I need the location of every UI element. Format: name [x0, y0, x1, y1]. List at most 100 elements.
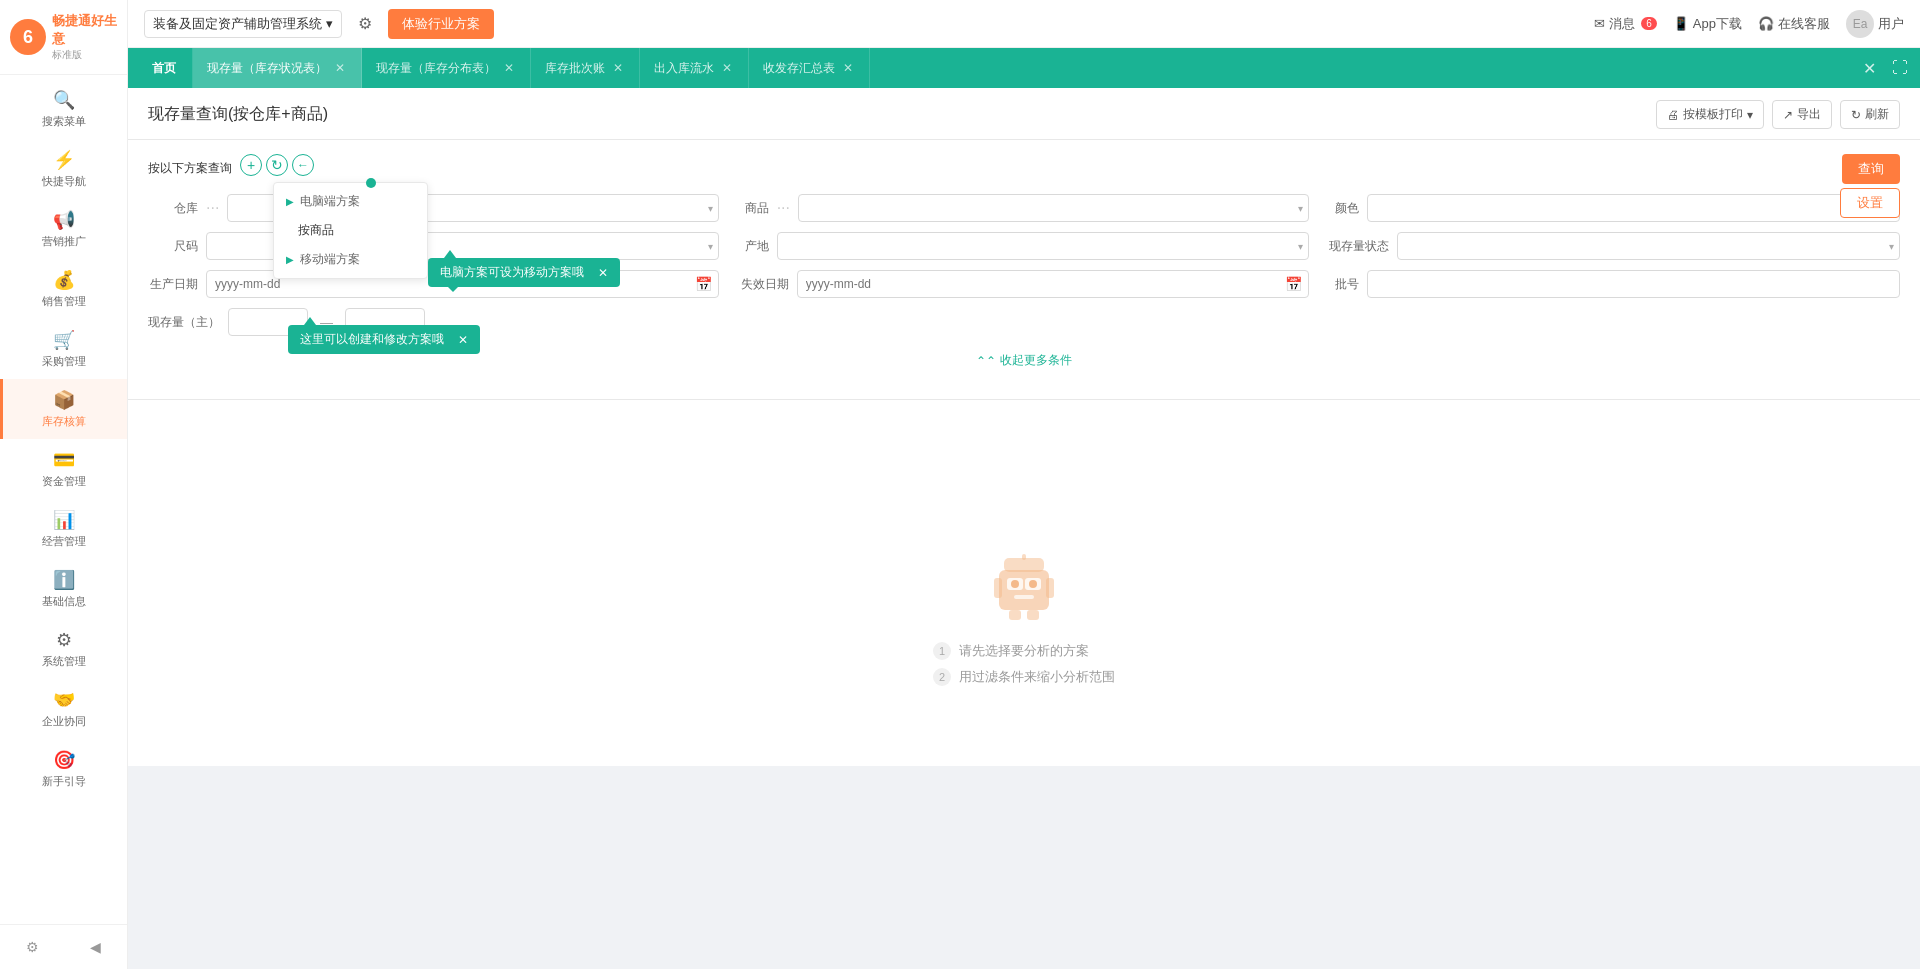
refresh-icon: ↻: [1851, 108, 1861, 122]
sidebar-item-search[interactable]: 🔍 搜索菜单: [0, 79, 127, 139]
page-title-row: 现存量查询(按仓库+商品) 🖨 按模板打印 ▾ ↗ 导出 ↻: [148, 100, 1900, 139]
empty-hints: 1 请先选择要分析的方案 2 用过滤条件来缩小分析范围: [933, 642, 1115, 686]
stock-status-select[interactable]: [1397, 232, 1900, 260]
sidebar-item-basic-info[interactable]: ℹ️ 基础信息: [0, 559, 127, 619]
box-icon: 📦: [53, 389, 75, 411]
main-area: 装备及固定资产辅助管理系统 ▾ ⚙ 体验行业方案 ✉ 消息 6 📱 App下载 …: [128, 0, 1920, 969]
tab-batch-account[interactable]: 库存批次账 ✕: [531, 48, 640, 88]
tooltip1-close-btn[interactable]: ✕: [598, 266, 608, 280]
tab-flow[interactable]: 出入库流水 ✕: [640, 48, 749, 88]
tab-close-2[interactable]: ✕: [502, 59, 516, 77]
batch-input[interactable]: [1367, 270, 1900, 298]
message-btn[interactable]: ✉ 消息 6: [1594, 15, 1657, 33]
sidebar-item-guide[interactable]: 🎯 新手引导: [0, 739, 127, 799]
goods-select[interactable]: [798, 194, 1309, 222]
goods-dots: ···: [777, 199, 790, 217]
sidebar-item-system[interactable]: ⚙ 系统管理: [0, 619, 127, 679]
origin-select[interactable]: [777, 232, 1310, 260]
tab-close-all-btn[interactable]: ✕: [1859, 55, 1880, 82]
sidebar-item-purchase[interactable]: 🛒 采购管理: [0, 319, 127, 379]
sidebar-settings-btn[interactable]: ⚙: [18, 935, 47, 959]
tab-summary[interactable]: 收发存汇总表 ✕: [749, 48, 870, 88]
scheme-tree-mobile[interactable]: ▶ 移动端方案: [274, 245, 427, 274]
info-icon: ℹ️: [53, 569, 75, 591]
sidebar-item-quicknav[interactable]: ⚡ 快捷导航: [0, 139, 127, 199]
sidebar-logo: 6 畅捷通好生意 标准版: [0, 0, 127, 75]
filter-area: 按以下方案查询 + ↻ ← 电脑方案可设为移动方案哦 ✕ 这里可以创建和修改方案…: [128, 140, 1920, 400]
add-scheme-btn[interactable]: +: [240, 154, 262, 176]
active-bar: [0, 379, 3, 439]
filter-size: 尺码: [148, 232, 719, 260]
scheme-tree-desktop-by-goods[interactable]: 按商品: [294, 216, 427, 245]
tab-inventory-dist[interactable]: 现存量（库存分布表） ✕: [362, 48, 531, 88]
collapse-up-icon: ⌃⌃: [976, 354, 996, 368]
produce-date-cal-icon[interactable]: 📅: [689, 276, 718, 292]
stock-status-select-wrapper: [1397, 232, 1900, 260]
tab-close-5[interactable]: ✕: [841, 59, 855, 77]
warehouse-dots: ···: [206, 199, 219, 217]
empty-state: 1 请先选择要分析的方案 2 用过滤条件来缩小分析范围: [128, 460, 1920, 726]
print-btn[interactable]: 🖨 按模板打印 ▾: [1656, 100, 1764, 129]
sidebar-item-enterprise[interactable]: 🤝 企业协同: [0, 679, 127, 739]
svg-point-3: [1011, 580, 1019, 588]
empty-hint-2: 2 用过滤条件来缩小分析范围: [933, 668, 1115, 686]
refresh-scheme-btn[interactable]: ↻: [266, 154, 288, 176]
user-avatar-btn[interactable]: Ea 用户: [1846, 10, 1904, 38]
content-body: 现存量查询(按仓库+商品) 🖨 按模板打印 ▾ ↗ 导出 ↻: [128, 88, 1920, 766]
page-actions: 🖨 按模板打印 ▾ ↗ 导出 ↻ 刷新: [1656, 100, 1900, 129]
sidebar-item-inventory[interactable]: 📦 库存核算: [0, 379, 127, 439]
page-header: 现存量查询(按仓库+商品) 🖨 按模板打印 ▾ ↗ 导出 ↻: [128, 88, 1920, 140]
tabbar: 首页 现存量（库存状况表） ✕ 现存量（库存分布表） ✕ 库存批次账 ✕ 出入库…: [128, 48, 1920, 88]
empty-hint-1: 1 请先选择要分析的方案: [933, 642, 1115, 660]
topbar: 装备及固定资产辅助管理系统 ▾ ⚙ 体验行业方案 ✉ 消息 6 📱 App下载 …: [128, 0, 1920, 48]
sidebar: 6 畅捷通好生意 标准版 🔍 搜索菜单 ⚡ 快捷导航 📢 营销推广 💰 销售管理…: [0, 0, 128, 969]
handshake-icon: 🤝: [53, 689, 75, 711]
query-btn-group: 查询 设置: [1840, 154, 1900, 218]
gear-icon: ⚙: [56, 629, 72, 651]
scheme-tree: ▶ 电脑端方案 按商品 ▶ 移动端方案: [273, 182, 428, 279]
filter-stock-status: 现存量状态: [1329, 232, 1900, 260]
color-select[interactable]: [1367, 194, 1900, 222]
expire-date-input[interactable]: [798, 277, 1280, 291]
system-name-dropdown[interactable]: 装备及固定资产辅助管理系统 ▾: [144, 10, 342, 38]
tooltip2-close-btn[interactable]: ✕: [458, 333, 468, 347]
scheme-tree-desktop[interactable]: ▶ 电脑端方案: [274, 187, 427, 216]
sidebar-nav: 🔍 搜索菜单 ⚡ 快捷导航 📢 营销推广 💰 销售管理 🛒 采购管理 📦 库存核…: [0, 75, 127, 924]
scheme-sub-item-label: 按商品: [298, 222, 334, 239]
tab-close-3[interactable]: ✕: [611, 59, 625, 77]
topbar-gear-btn[interactable]: ⚙: [354, 10, 376, 37]
tab-close-1[interactable]: ✕: [333, 59, 347, 77]
color-select-wrapper: [1367, 194, 1900, 222]
megaphone-icon: 📢: [53, 209, 75, 231]
page-title: 现存量查询(按仓库+商品): [148, 104, 328, 125]
tab-inventory-status[interactable]: 现存量（库存状况表） ✕: [193, 48, 362, 88]
empty-state-area: 1 请先选择要分析的方案 2 用过滤条件来缩小分析范围: [128, 400, 1920, 766]
back-scheme-btn[interactable]: ←: [292, 154, 314, 176]
refresh-btn[interactable]: ↻ 刷新: [1840, 100, 1900, 129]
sidebar-item-finance[interactable]: 💳 资金管理: [0, 439, 127, 499]
expire-date-cal-icon[interactable]: 📅: [1279, 276, 1308, 292]
tab-expand-btn[interactable]: ⛶: [1888, 55, 1912, 81]
scheme-tree-desktop-sub: 按商品: [274, 216, 427, 245]
export-btn[interactable]: ↗ 导出: [1772, 100, 1832, 129]
collapse-btn[interactable]: ⌃⌃ 收起更多条件: [976, 352, 1072, 369]
hint-num-2: 2: [933, 668, 951, 686]
sidebar-collapse-btn[interactable]: ◀: [82, 935, 109, 959]
reset-btn[interactable]: 设置: [1840, 188, 1900, 218]
svg-rect-7: [1046, 578, 1054, 598]
industry-btn[interactable]: 体验行业方案: [388, 9, 494, 39]
sidebar-item-sales[interactable]: 💰 销售管理: [0, 259, 127, 319]
message-icon: ✉: [1594, 16, 1605, 31]
tab-close-4[interactable]: ✕: [720, 59, 734, 77]
scheme-tooltip-2: 这里可以创建和修改方案哦 ✕: [288, 325, 480, 354]
sidebar-item-marketing[interactable]: 📢 营销推广: [0, 199, 127, 259]
app-download-btn[interactable]: 📱 App下载: [1673, 15, 1742, 33]
sidebar-item-operations[interactable]: 📊 经营管理: [0, 499, 127, 559]
expire-date-input-wrapper: 📅: [797, 270, 1310, 298]
online-service-btn[interactable]: 🎧 在线客服: [1758, 15, 1830, 33]
app-logo-text: 畅捷通好生意 标准版: [52, 12, 117, 62]
card-icon: 💳: [53, 449, 75, 471]
tab-home[interactable]: 首页: [136, 48, 193, 88]
query-btn[interactable]: 查询: [1842, 154, 1900, 184]
svg-rect-8: [1009, 610, 1021, 620]
